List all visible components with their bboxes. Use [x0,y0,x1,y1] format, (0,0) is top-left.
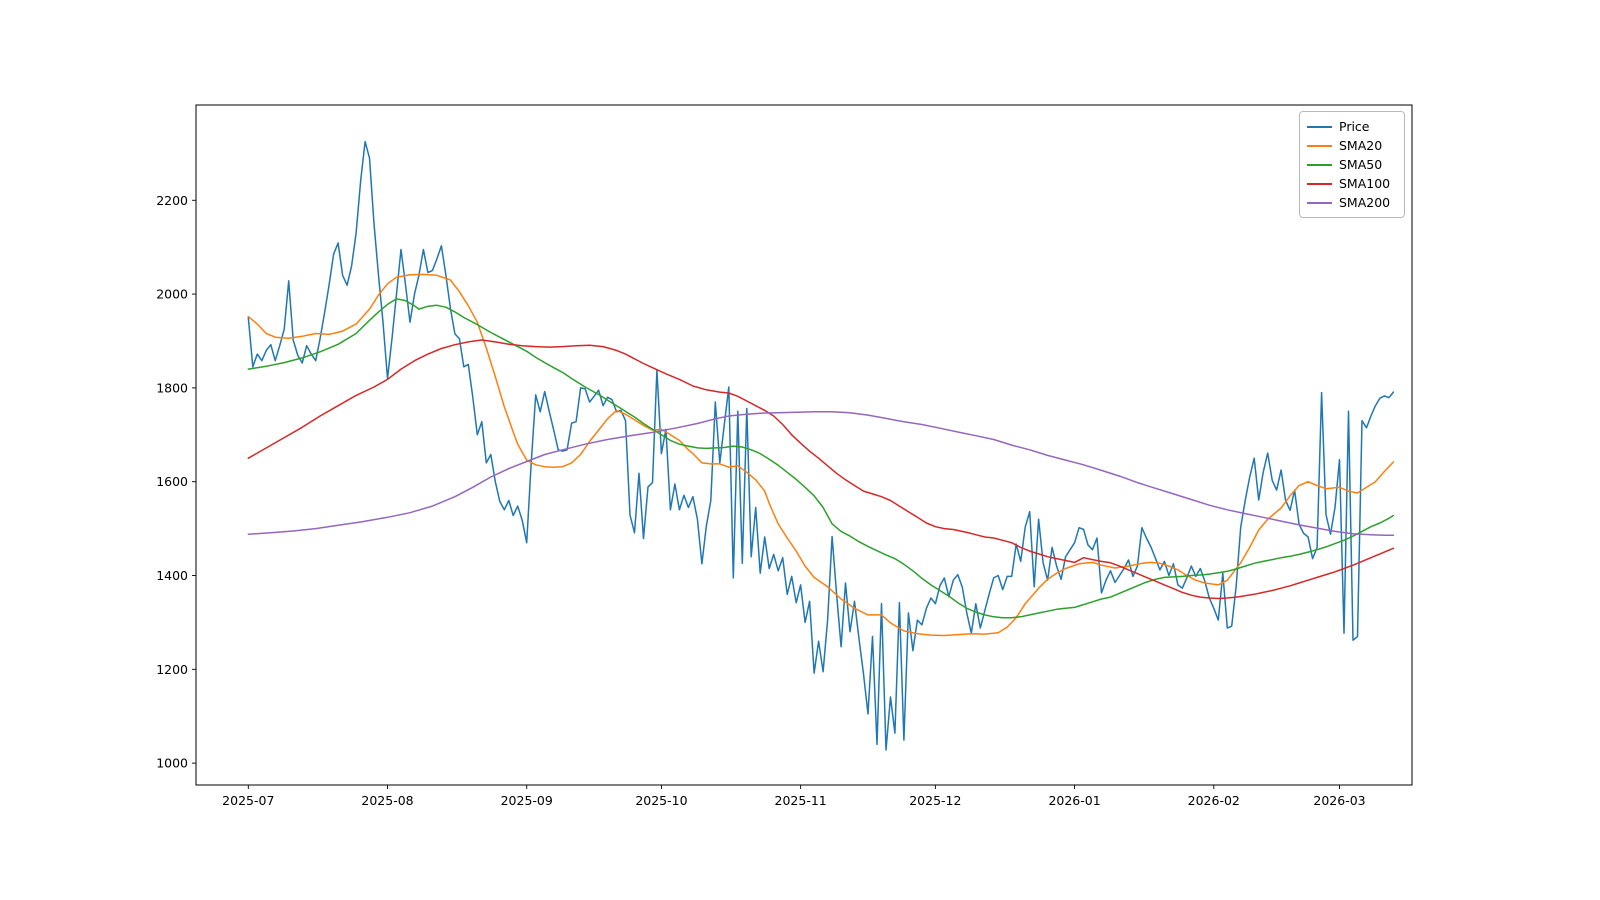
matplotlib-figure-window: { "figure": {"background": "#ffffff", "w… [0,0,1600,900]
series-line-price [247,140,1395,751]
y-tick-label: 1400 [156,568,188,583]
legend-item-sma20: SMA20 [1307,136,1396,155]
y-tick-label: 1200 [156,662,188,677]
legend-label: SMA50 [1339,157,1383,172]
legend-line-sample [1307,163,1332,166]
y-tick-label: 2000 [156,287,188,302]
plot-border [195,104,1413,786]
y-tick-label: 1800 [156,380,188,395]
y-tick-label: 2200 [156,193,188,208]
legend-label: SMA100 [1339,176,1391,191]
x-tick-label: 2025-11 [775,793,827,808]
legend-line-sample [1307,144,1332,147]
legend-label: Price [1339,119,1370,134]
legend-box: Price SMA20 SMA50 SMA100 SMA200 [1299,111,1405,218]
legend-item-price: Price [1307,117,1396,136]
x-tick-label: 2025-12 [909,793,961,808]
legend-item-sma50: SMA50 [1307,155,1396,174]
chart-figure: 1000 1200 1400 1600 1800 2000 2200 2025-07 2025-… [0,0,1600,900]
series-line-sma100 [247,339,1395,600]
y-tick-label: 1000 [156,756,188,771]
legend-line-sample [1307,125,1332,128]
y-tick-label: 1600 [156,474,188,489]
x-tick-label: 2026-02 [1188,793,1240,808]
x-tick-label: 2025-09 [501,793,553,808]
series-line-sma50 [247,298,1395,619]
x-tick-label: 2026-01 [1048,793,1100,808]
legend-label: SMA200 [1339,195,1391,210]
legend-item-sma200: SMA200 [1307,193,1396,212]
legend-line-sample [1307,182,1332,185]
series-line-sma200 [247,411,1395,536]
legend-label: SMA20 [1339,138,1383,153]
x-tick-label: 2025-07 [222,793,274,808]
legend-item-sma100: SMA100 [1307,174,1396,193]
x-tick-label: 2026-03 [1313,793,1365,808]
x-tick-label: 2025-08 [361,793,413,808]
x-tick-label: 2025-10 [635,793,687,808]
legend-line-sample [1307,201,1332,204]
